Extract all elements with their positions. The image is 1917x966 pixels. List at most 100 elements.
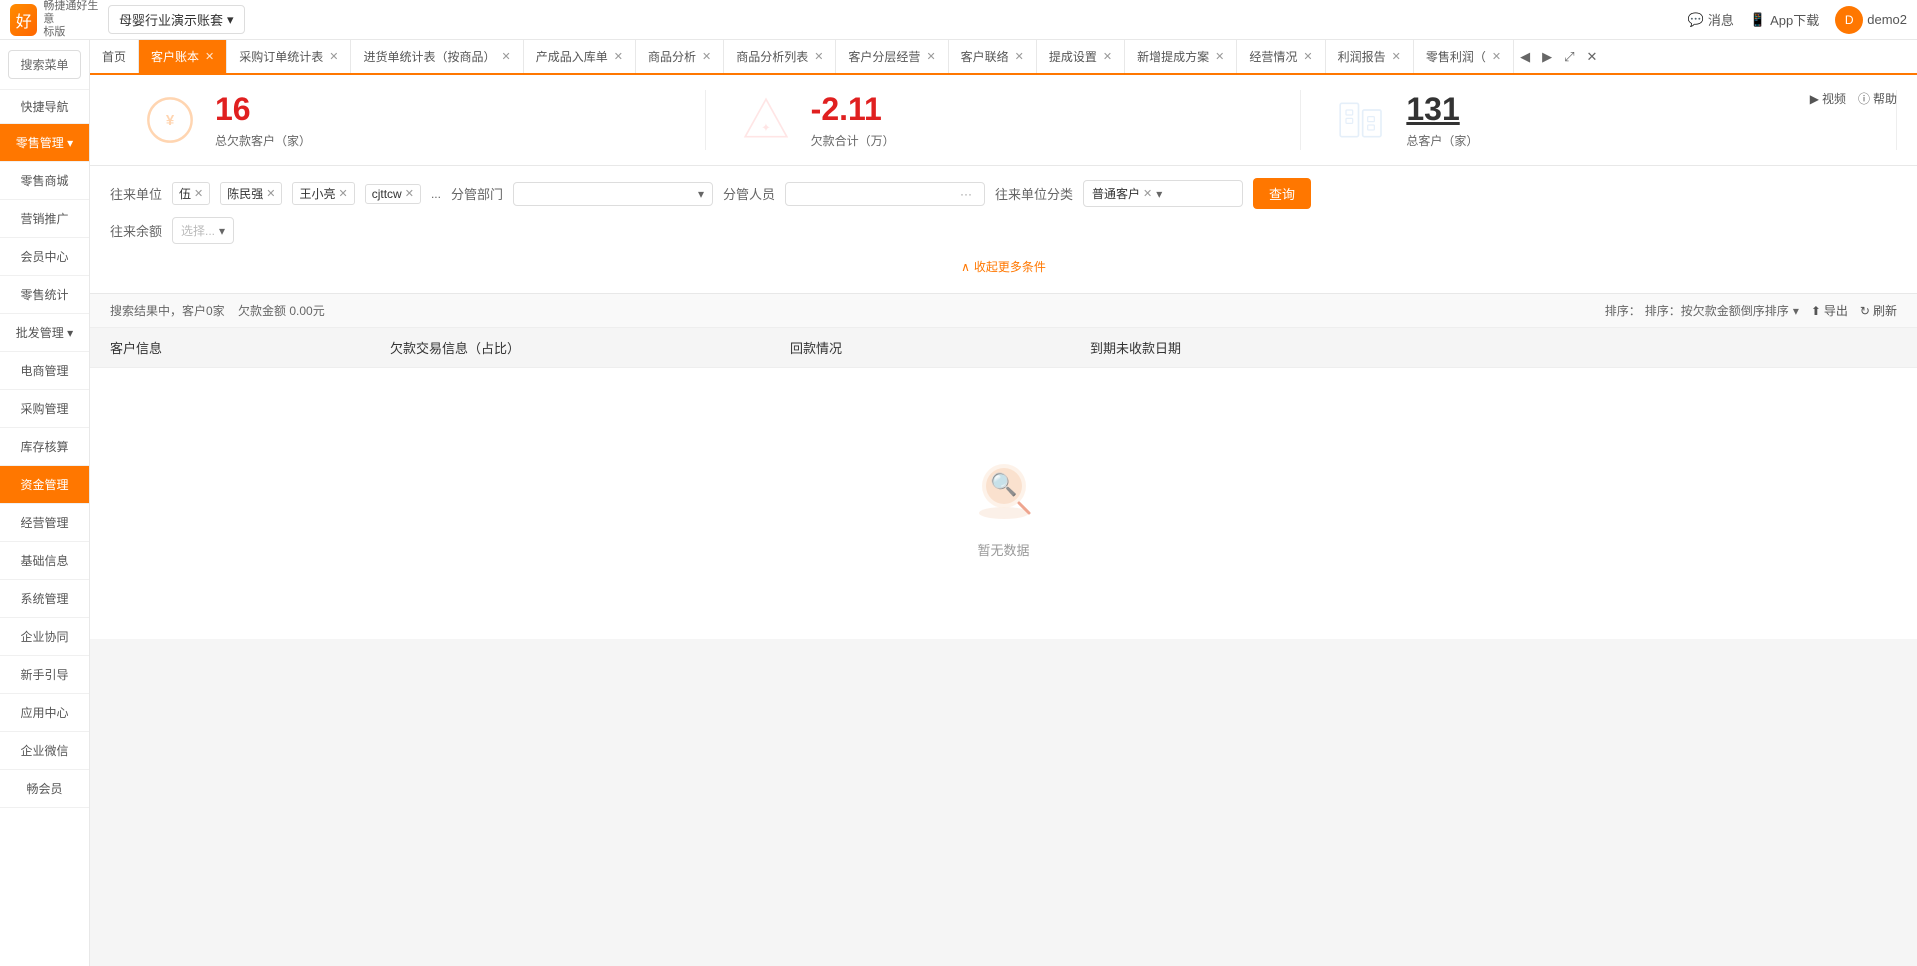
tab-close-all-btn[interactable]: ✕ bbox=[1580, 41, 1603, 73]
sidebar-item-retail-mall[interactable]: 零售商城 bbox=[0, 162, 89, 200]
tab-inbound-stats[interactable]: 进货单统计表（按商品） ✕ bbox=[351, 40, 523, 73]
total-customers-icon bbox=[1331, 90, 1391, 150]
sidebar-item-enterprise-collab[interactable]: 企业协同 bbox=[0, 618, 89, 656]
tab-retail-profit[interactable]: 零售利润（ ✕ bbox=[1414, 40, 1514, 73]
tag-close-wu[interactable]: ✕ bbox=[194, 187, 203, 200]
tab-close-customer-tier[interactable]: ✕ bbox=[926, 50, 935, 63]
tab-close-customer-contact[interactable]: ✕ bbox=[1015, 50, 1024, 63]
col-repayment: 回款情况 bbox=[790, 338, 1090, 357]
sidebar-item-system-mgmt[interactable]: 系统管理 bbox=[0, 580, 89, 618]
table-area: 客户信息 欠款交易信息（占比） 回款情况 到期未收款日期 🔍 bbox=[90, 328, 1917, 639]
filter-more-tags[interactable]: ... bbox=[431, 187, 441, 201]
tab-close-retail-profit[interactable]: ✕ bbox=[1492, 50, 1501, 63]
tab-new-boost-plan[interactable]: 新增提成方案 ✕ bbox=[1125, 40, 1237, 73]
tab-next-btn[interactable]: ▶ bbox=[1536, 41, 1558, 73]
tab-product-analysis-list[interactable]: 商品分析列表 ✕ bbox=[724, 40, 836, 73]
sidebar-item-retail-mgmt[interactable]: 零售管理 ▾ bbox=[0, 124, 89, 162]
refresh-btn[interactable]: ↻ 刷新 bbox=[1860, 302, 1897, 319]
tab-close-profit-report[interactable]: ✕ bbox=[1392, 50, 1401, 63]
chevron-down-icon: ▾ bbox=[219, 224, 225, 238]
logo-icon: 好 bbox=[10, 4, 37, 36]
filter-tag-wang[interactable]: 王小亮 ✕ bbox=[292, 182, 354, 205]
tab-customer-contact[interactable]: 客户联络 ✕ bbox=[949, 40, 1037, 73]
total-customers-label: 总客户（家） bbox=[1406, 132, 1478, 149]
tag-close-customer-type[interactable]: ✕ bbox=[1143, 187, 1152, 200]
sidebar-item-finance-mgmt[interactable]: 资金管理 bbox=[0, 466, 89, 504]
balance-select[interactable]: 选择... ▾ bbox=[172, 217, 234, 244]
collapse-filters-btn[interactable]: ∧ 收起更多条件 bbox=[110, 252, 1897, 281]
tag-close-cjttcw[interactable]: ✕ bbox=[405, 187, 414, 200]
workspace-selector[interactable]: 母婴行业演示账套 ▾ bbox=[108, 5, 245, 34]
sidebar-item-wholesale-mgmt[interactable]: 批发管理 ▾ bbox=[0, 314, 89, 352]
tab-close-inbound-stats[interactable]: ✕ bbox=[502, 50, 511, 63]
col-due-date: 到期未收款日期 bbox=[1090, 338, 1897, 357]
tab-home[interactable]: 首页 bbox=[90, 40, 139, 73]
messages-btn[interactable]: 💬 消息 bbox=[1688, 10, 1734, 29]
sidebar-item-inventory[interactable]: 库存核算 bbox=[0, 428, 89, 466]
tab-close-operations-status[interactable]: ✕ bbox=[1303, 50, 1312, 63]
tab-expand-btn[interactable]: ⤢ bbox=[1558, 41, 1580, 73]
filter-dots-person[interactable]: ··· bbox=[956, 187, 976, 201]
sidebar-item-app-center[interactable]: 应用中心 bbox=[0, 694, 89, 732]
tab-close-product-analysis[interactable]: ✕ bbox=[702, 50, 711, 63]
tab-prev-btn[interactable]: ◀ bbox=[1514, 41, 1536, 73]
filter-tag-chen[interactable]: 陈民强 ✕ bbox=[220, 182, 282, 205]
tab-close-customer-ledger[interactable]: ✕ bbox=[205, 50, 214, 63]
tag-close-chen[interactable]: ✕ bbox=[266, 187, 275, 200]
tab-close-new-boost-plan[interactable]: ✕ bbox=[1215, 50, 1224, 63]
overdue-amount-label: 欠款合计（万） bbox=[811, 132, 895, 149]
tab-customer-ledger[interactable]: 客户账本 ✕ bbox=[139, 40, 227, 73]
tab-purchase-stats[interactable]: 采购订单统计表 ✕ bbox=[227, 40, 351, 73]
sidebar-item-member-center[interactable]: 会员中心 bbox=[0, 238, 89, 276]
tab-customer-tier[interactable]: 客户分层经营 ✕ bbox=[836, 40, 948, 73]
search-menu-btn[interactable]: 搜索菜单 bbox=[8, 50, 81, 79]
sidebar-item-unlimited-member[interactable]: 畅会员 bbox=[0, 770, 89, 808]
help-btn[interactable]: ⓘ 帮助 bbox=[1858, 90, 1897, 107]
empty-state-icon: 🔍 bbox=[964, 448, 1044, 528]
sort-selector[interactable]: 排序： 排序：按欠款金额倒序排序 ▾ bbox=[1605, 302, 1799, 319]
message-icon: 💬 bbox=[1688, 12, 1704, 28]
tab-close-purchase-stats[interactable]: ✕ bbox=[329, 50, 338, 63]
app-download-btn[interactable]: 📱 App下载 bbox=[1750, 10, 1819, 29]
quick-nav-btn[interactable]: 快捷导航 bbox=[0, 90, 89, 124]
overdue-amount-icon: ✦ bbox=[736, 90, 796, 150]
stat-overdue-amount-text: -2.11 欠款合计（万） bbox=[811, 91, 895, 149]
overdue-customers-number: 16 bbox=[215, 91, 311, 128]
video-icon: ▶ bbox=[1810, 92, 1819, 106]
results-bar: 搜索结果中，客户0家 欠款金额 0.00元 排序： 排序：按欠款金额倒序排序 ▾… bbox=[90, 294, 1917, 328]
user-menu[interactable]: D demo2 bbox=[1835, 6, 1907, 34]
tab-close-product-inbound[interactable]: ✕ bbox=[614, 50, 623, 63]
query-btn[interactable]: 查询 bbox=[1253, 178, 1311, 209]
tab-close-product-analysis-list[interactable]: ✕ bbox=[814, 50, 823, 63]
sidebar-item-purchase-mgmt[interactable]: 采购管理 bbox=[0, 390, 89, 428]
tab-close-boost-settings[interactable]: ✕ bbox=[1103, 50, 1112, 63]
tag-close-wang[interactable]: ✕ bbox=[339, 187, 348, 200]
main-layout: 搜索菜单 快捷导航 零售管理 ▾ 零售商城 营销推广 会员中心 零售统计 批发管… bbox=[0, 40, 1917, 966]
sidebar-item-retail-stats[interactable]: 零售统计 bbox=[0, 276, 89, 314]
unit-category-select[interactable]: 普通客户 ✕ ▾ bbox=[1083, 180, 1243, 207]
video-help-btn[interactable]: ▶ 视频 bbox=[1810, 90, 1846, 107]
tab-operations-status[interactable]: 经营情况 ✕ bbox=[1237, 40, 1325, 73]
sidebar-item-basic-info[interactable]: 基础信息 bbox=[0, 542, 89, 580]
branch-dept-select[interactable]: ▾ bbox=[513, 182, 713, 206]
tab-product-analysis[interactable]: 商品分析 ✕ bbox=[636, 40, 724, 73]
filter-tag-cjttcw[interactable]: cjttcw ✕ bbox=[365, 184, 421, 204]
sidebar-item-ecom-mgmt[interactable]: 电商管理 bbox=[0, 352, 89, 390]
svg-text:🔍: 🔍 bbox=[990, 470, 1017, 497]
results-actions: 排序： 排序：按欠款金额倒序排序 ▾ ⬆ 导出 ↻ 刷新 bbox=[1605, 302, 1897, 319]
chevron-down-icon: ▾ bbox=[1156, 187, 1162, 201]
sidebar-item-enterprise-wechat[interactable]: 企业微信 bbox=[0, 732, 89, 770]
tab-profit-report[interactable]: 利润报告 ✕ bbox=[1326, 40, 1414, 73]
tab-boost-settings[interactable]: 提成设置 ✕ bbox=[1037, 40, 1125, 73]
sidebar-item-operations-mgmt[interactable]: 经营管理 bbox=[0, 504, 89, 542]
unit-category-label: 往来单位分类 bbox=[995, 184, 1073, 203]
sidebar-item-marketing[interactable]: 营销推广 bbox=[0, 200, 89, 238]
tab-product-inbound[interactable]: 产成品入库单 ✕ bbox=[524, 40, 636, 73]
stat-total-customers: 131 总客户（家） bbox=[1301, 90, 1897, 150]
branch-person-select[interactable]: ··· bbox=[785, 182, 985, 206]
customer-type-tag[interactable]: 普通客户 ✕ bbox=[1092, 185, 1152, 202]
svg-text:✦: ✦ bbox=[761, 122, 771, 135]
sidebar-item-new-guide[interactable]: 新手引导 bbox=[0, 656, 89, 694]
export-btn[interactable]: ⬆ 导出 bbox=[1811, 302, 1848, 319]
filter-tag-wu[interactable]: 伍 ✕ bbox=[172, 182, 210, 205]
